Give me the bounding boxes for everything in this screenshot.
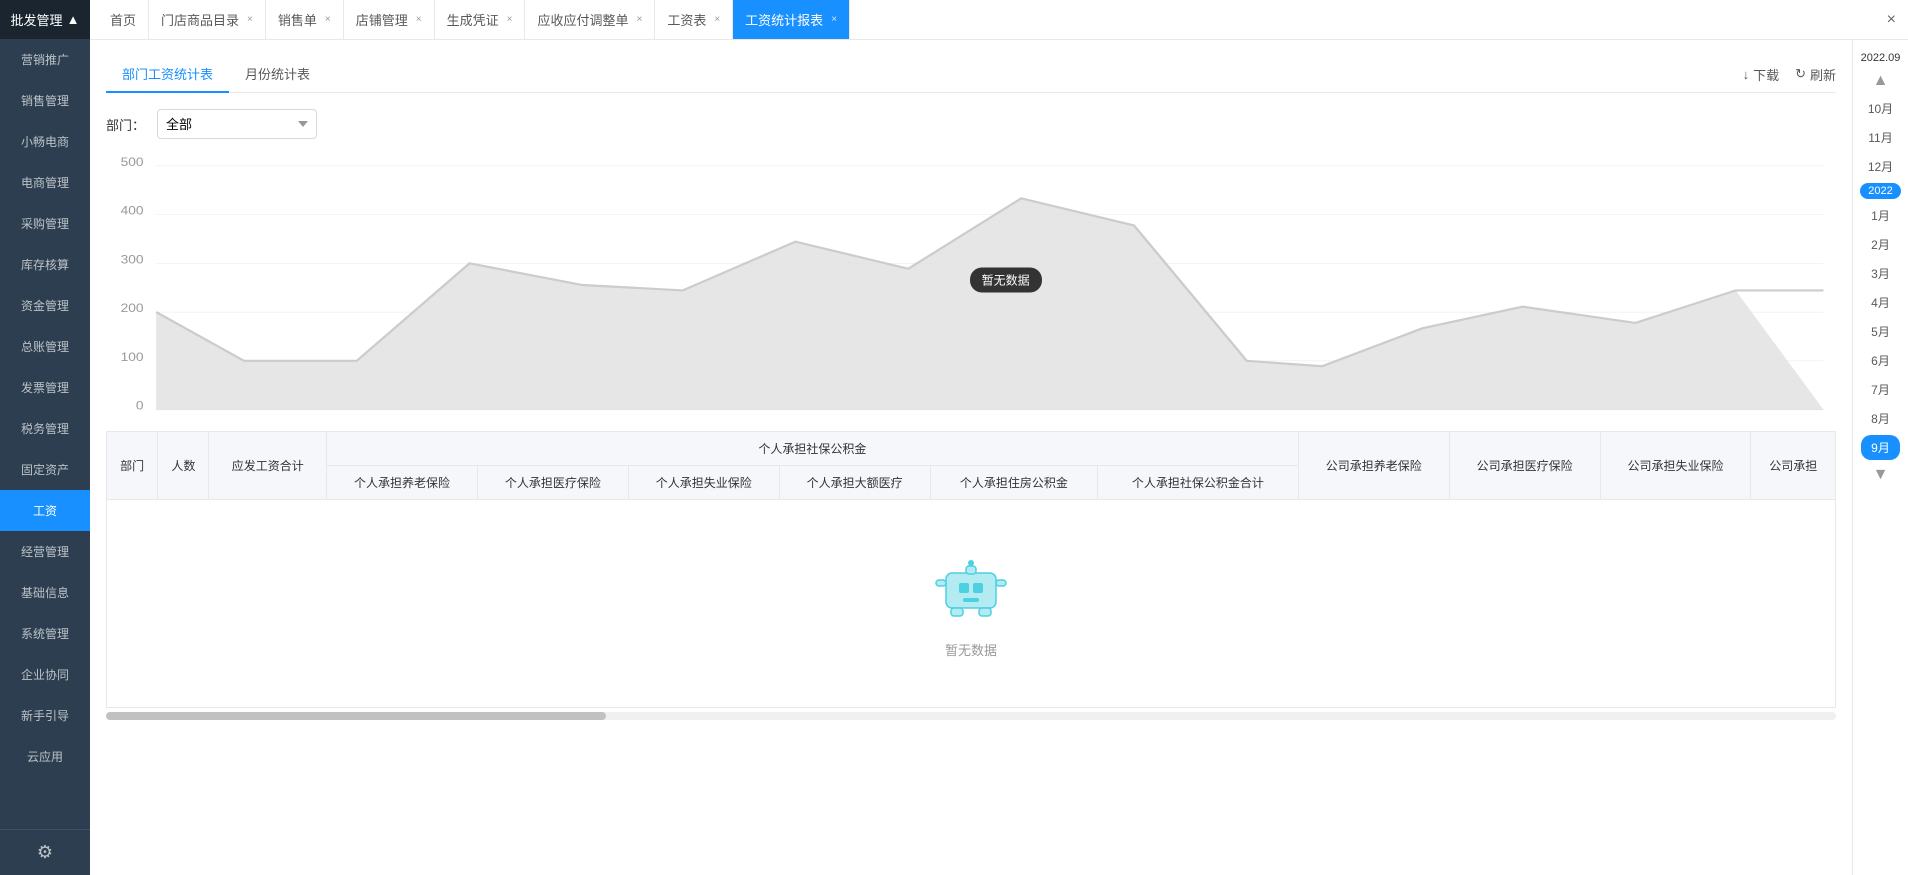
timeline-month-7[interactable]: 7月 bbox=[1853, 375, 1908, 404]
sidebar-item-collab[interactable]: 企业协同 bbox=[0, 654, 90, 695]
empty-state-icon bbox=[931, 548, 1011, 628]
sidebar-item-ecommerce[interactable]: 电商管理 bbox=[0, 162, 90, 203]
timeline-year-badge[interactable]: 2022 bbox=[1860, 183, 1900, 199]
tab-generate-voucher[interactable]: 生成凭证 × bbox=[435, 0, 526, 39]
table-header-company-unemployment: 公司承担失业保险 bbox=[1600, 432, 1751, 500]
sidebar-item-invoice[interactable]: 发票管理 bbox=[0, 367, 90, 408]
tab-store-management[interactable]: 店铺管理 × bbox=[344, 0, 435, 39]
sidebar-item-sales[interactable]: 销售管理 bbox=[0, 80, 90, 121]
timeline-year-display: 2022.09 bbox=[1859, 48, 1903, 68]
download-icon: ↓ bbox=[1743, 67, 1750, 82]
sidebar-item-system[interactable]: 系统管理 bbox=[0, 613, 90, 654]
main-area: 首页 门店商品目录 × 销售单 × 店铺管理 × 生成凭证 × 应收应付调整单 … bbox=[90, 0, 1908, 875]
table-header-personal-housing: 个人承担住房公积金 bbox=[930, 466, 1097, 500]
tab-product-catalog[interactable]: 门店商品目录 × bbox=[149, 0, 266, 39]
sidebar-item-basic-info[interactable]: 基础信息 bbox=[0, 572, 90, 613]
timeline-up-nav[interactable]: ▲ bbox=[1869, 68, 1893, 94]
sub-tab-monthly[interactable]: 月份统计表 bbox=[229, 56, 326, 93]
svg-text:500: 500 bbox=[121, 155, 144, 169]
sidebar-item-inventory[interactable]: 库存核算 bbox=[0, 244, 90, 285]
tab-payroll[interactable]: 工资表 × bbox=[655, 0, 733, 39]
dept-label: 部门： bbox=[106, 115, 145, 134]
sidebar-toggle-icon: ▲ bbox=[67, 12, 80, 27]
tab-close-voucher[interactable]: × bbox=[507, 14, 513, 25]
sidebar-item-guide[interactable]: 新手引导 bbox=[0, 695, 90, 736]
sidebar-item-operations[interactable]: 经营管理 bbox=[0, 531, 90, 572]
page-content: 部门工资统计表 月份统计表 ↓ 下载 ↻ 刷新 bbox=[90, 40, 1852, 875]
tab-close-store[interactable]: × bbox=[416, 14, 422, 25]
sidebar-header[interactable]: 批发管理 ▲ bbox=[0, 0, 90, 39]
toolbar: 部门： 全部 bbox=[106, 109, 1836, 139]
download-button[interactable]: ↓ 下载 bbox=[1743, 65, 1780, 84]
sidebar-item-purchase[interactable]: 采购管理 bbox=[0, 203, 90, 244]
chart-area: 0 100 200 300 400 500 bbox=[106, 155, 1836, 415]
sidebar-item-assets[interactable]: 固定资产 bbox=[0, 449, 90, 490]
timeline-month-11[interactable]: 11月 bbox=[1853, 123, 1908, 152]
settings-icon[interactable]: ⚙ bbox=[0, 829, 90, 875]
table-header-personal-major-medical: 个人承担大额医疗 bbox=[779, 466, 930, 500]
svg-text:400: 400 bbox=[121, 203, 144, 217]
timeline-month-5[interactable]: 5月 bbox=[1853, 317, 1908, 346]
table-header-company-medical: 公司承担医疗保险 bbox=[1449, 432, 1600, 500]
table-empty-state: 暂无数据 bbox=[107, 500, 1836, 708]
timeline-month-3[interactable]: 3月 bbox=[1853, 259, 1908, 288]
refresh-icon: ↻ bbox=[1795, 66, 1806, 82]
sidebar-item-payroll[interactable]: 工资 bbox=[0, 490, 90, 531]
timeline-month-8[interactable]: 8月 bbox=[1853, 404, 1908, 433]
timeline-month-2[interactable]: 2月 bbox=[1853, 230, 1908, 259]
timeline-month-4[interactable]: 4月 bbox=[1853, 288, 1908, 317]
data-table: 部门 人数 应发工资合计 个人承担社保公积金 公司承担养老保险 公司承担医疗保险… bbox=[106, 431, 1836, 708]
table-header-personal-pension: 个人承担养老保险 bbox=[327, 466, 478, 500]
tab-close-product-catalog[interactable]: × bbox=[247, 14, 253, 25]
timeline-month-12[interactable]: 12月 bbox=[1853, 152, 1908, 181]
chart-tooltip: 暂无数据 bbox=[970, 267, 1042, 292]
timeline-month-1[interactable]: 1月 bbox=[1853, 201, 1908, 230]
refresh-button[interactable]: ↻ 刷新 bbox=[1795, 65, 1836, 84]
timeline-down-nav[interactable]: ▼ bbox=[1869, 462, 1893, 488]
table-header-company-pension: 公司承担养老保险 bbox=[1298, 432, 1449, 500]
sidebar-item-cloud[interactable]: 云应用 bbox=[0, 736, 90, 777]
sub-tabs: 部门工资统计表 月份统计表 ↓ 下载 ↻ 刷新 bbox=[106, 56, 1836, 93]
tab-home[interactable]: 首页 bbox=[98, 0, 149, 39]
sidebar-item-finance[interactable]: 资金管理 bbox=[0, 285, 90, 326]
timeline-month-6[interactable]: 6月 bbox=[1853, 346, 1908, 375]
sidebar-item-marketing[interactable]: 营销推广 bbox=[0, 39, 90, 80]
table-header-personal-insurance: 个人承担社保公积金 bbox=[327, 432, 1299, 466]
table-header-count: 人数 bbox=[158, 432, 209, 500]
timeline-month-10[interactable]: 10月 bbox=[1853, 94, 1908, 123]
tab-close-payroll-report[interactable]: × bbox=[831, 14, 837, 25]
tab-sales-order[interactable]: 销售单 × bbox=[266, 0, 344, 39]
svg-text:0: 0 bbox=[136, 398, 144, 412]
tab-ar-ap-adjustment[interactable]: 应收应付调整单 × bbox=[525, 0, 655, 39]
content-area: 部门工资统计表 月份统计表 ↓ 下载 ↻ 刷新 bbox=[90, 40, 1908, 875]
sidebar-item-tax[interactable]: 税务管理 bbox=[0, 408, 90, 449]
table-header-dept: 部门 bbox=[107, 432, 158, 500]
timeline-panel: 2022.09 ▲ 10月 11月 12月 2022 1月 2月 3月 4月 5… bbox=[1852, 40, 1908, 875]
tab-close-sales-order[interactable]: × bbox=[325, 14, 331, 25]
tab-close-payroll[interactable]: × bbox=[714, 14, 720, 25]
horizontal-scrollbar[interactable] bbox=[106, 712, 1836, 720]
table-header-total-wage: 应发工资合计 bbox=[209, 432, 327, 500]
svg-text:300: 300 bbox=[121, 252, 144, 266]
dept-select[interactable]: 全部 bbox=[157, 109, 317, 139]
scrollbar-thumb[interactable] bbox=[106, 712, 606, 720]
timeline-month-9[interactable]: 9月 bbox=[1861, 435, 1900, 460]
sidebar-title: 批发管理 bbox=[11, 10, 63, 29]
sidebar-item-ledger[interactable]: 总账管理 bbox=[0, 326, 90, 367]
table-header-personal-total: 个人承担社保公积金合计 bbox=[1098, 466, 1299, 500]
tabs-actions: × bbox=[1883, 7, 1900, 33]
svg-text:200: 200 bbox=[121, 301, 144, 315]
tab-close-ar-ap[interactable]: × bbox=[636, 14, 642, 25]
table-header-personal-medical: 个人承担医疗保险 bbox=[477, 466, 628, 500]
sub-tab-dept[interactable]: 部门工资统计表 bbox=[106, 56, 229, 93]
svg-text:100: 100 bbox=[121, 350, 144, 364]
table-header-company-other: 公司承担 bbox=[1751, 432, 1836, 500]
table-header-personal-unemployment: 个人承担失业保险 bbox=[628, 466, 779, 500]
sidebar-item-ecommerce-small[interactable]: 小畅电商 bbox=[0, 121, 90, 162]
tab-payroll-report[interactable]: 工资统计报表 × bbox=[733, 0, 850, 39]
tabs-bar: 首页 门店商品目录 × 销售单 × 店铺管理 × 生成凭证 × 应收应付调整单 … bbox=[90, 0, 1908, 40]
empty-state-text: 暂无数据 bbox=[945, 640, 997, 659]
close-all-tabs-button[interactable]: × bbox=[1883, 7, 1900, 33]
sidebar: 批发管理 ▲ 营销推广 销售管理 小畅电商 电商管理 采购管理 库存核算 资金管… bbox=[0, 0, 90, 875]
